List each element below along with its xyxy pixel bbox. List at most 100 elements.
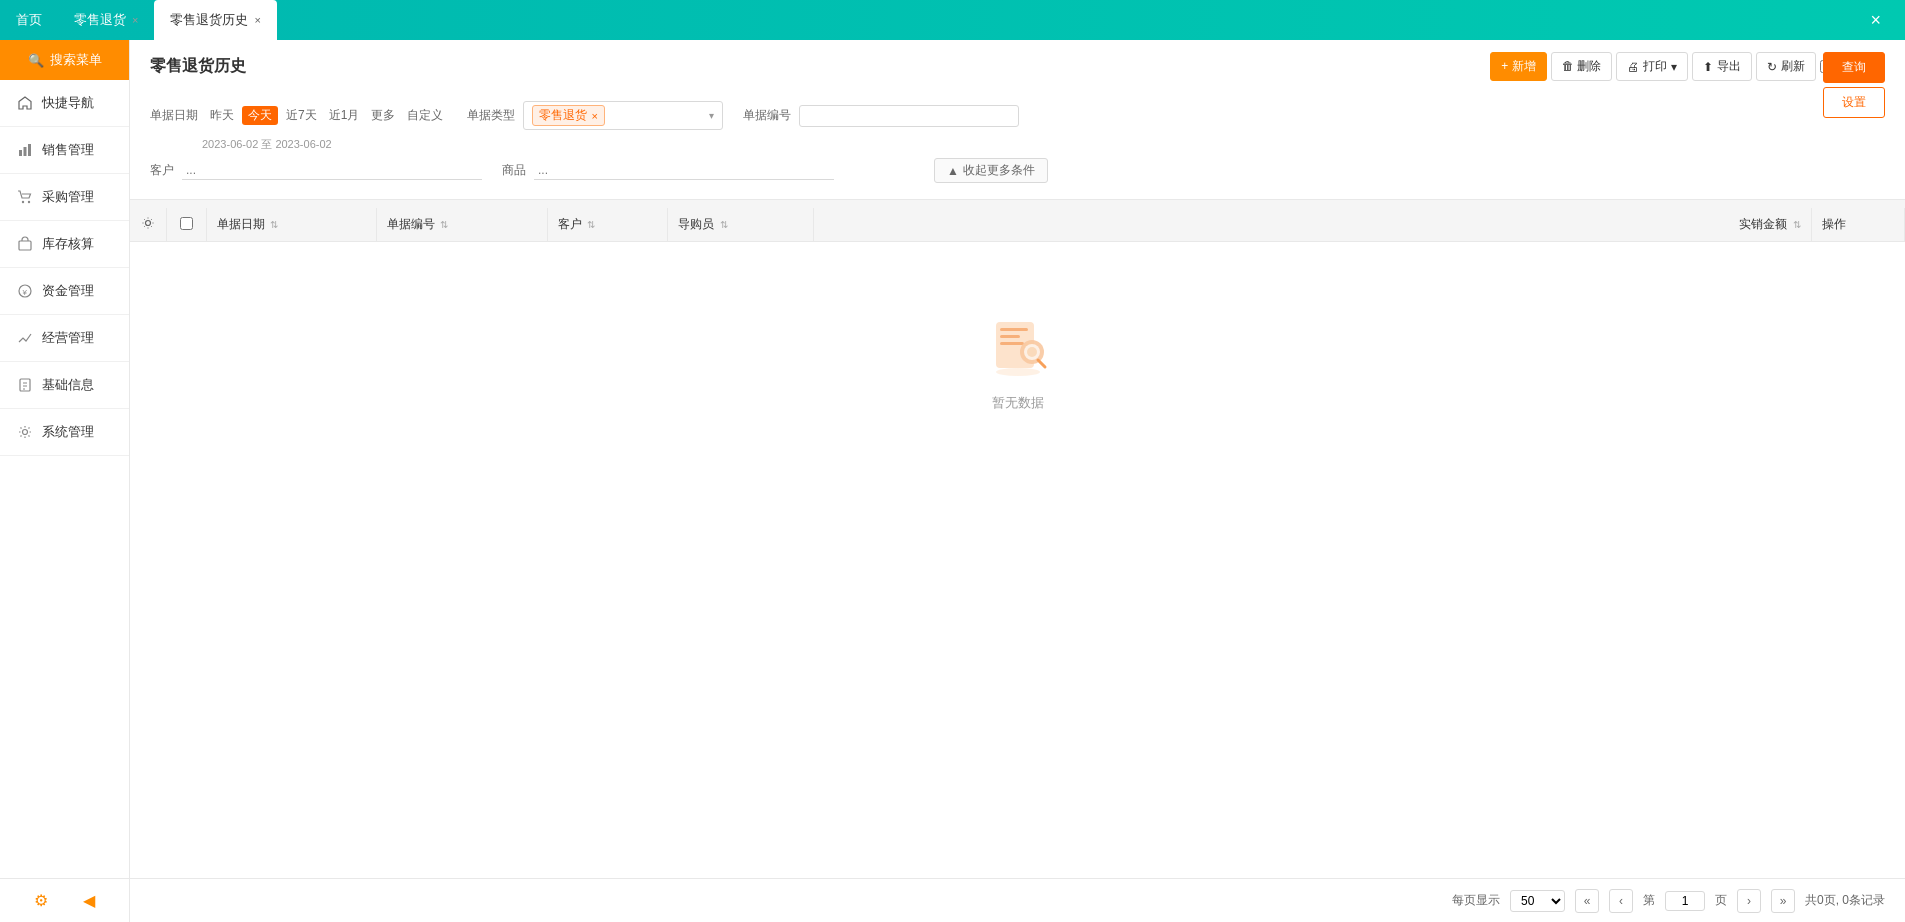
- th-doc-no[interactable]: 单据编号 ⇅: [377, 208, 548, 242]
- svg-point-3: [22, 201, 24, 203]
- tab-retail-return-history-close[interactable]: ×: [254, 14, 260, 26]
- svg-point-4: [28, 201, 30, 203]
- customer-input[interactable]: [182, 161, 482, 180]
- page-unit: 页: [1715, 892, 1727, 909]
- sidebar-item-quick-nav[interactable]: 快捷导航: [0, 80, 129, 127]
- page-title: 零售退货历史: [150, 56, 246, 77]
- th-actual-amount-label: 实销金额: [1739, 217, 1787, 231]
- btn-yesterday[interactable]: 昨天: [206, 106, 238, 125]
- tab-home[interactable]: 首页: [0, 0, 58, 40]
- doc-type-selected-text: 零售退货: [539, 107, 587, 124]
- btn-custom[interactable]: 自定义: [403, 106, 447, 125]
- svg-rect-2: [28, 144, 31, 156]
- query-button[interactable]: 查询: [1823, 52, 1885, 83]
- doc-no-input[interactable]: [799, 105, 1019, 127]
- doc-no-label: 单据编号: [743, 107, 791, 124]
- sidebar-nav: 快捷导航 销售管理 采购管理: [0, 80, 129, 878]
- collapse-filter-button[interactable]: ▲ 收起更多条件: [934, 158, 1048, 183]
- btn-today[interactable]: 今天: [242, 106, 278, 125]
- empty-state: 暂无数据: [130, 242, 1905, 472]
- collapse-sidebar-icon[interactable]: ◀: [83, 891, 95, 910]
- sidebar-item-purchase[interactable]: 采购管理: [0, 174, 129, 221]
- date-filter: 单据日期 昨天 今天 近7天 近1月 更多 自定义: [150, 106, 447, 125]
- doc-type-filter: 单据类型 零售退货 × ▾: [467, 101, 723, 130]
- purchase-icon: [16, 188, 34, 206]
- sidebar-item-inventory[interactable]: 库存核算: [0, 221, 129, 268]
- content-area: 零售退货历史 + 新增 🗑 删除 🖨 打印 ▾ ⬆ 导出: [130, 40, 1905, 922]
- sidebar-search-label: 搜索菜单: [50, 51, 102, 69]
- prev-page-btn[interactable]: ‹: [1609, 889, 1633, 913]
- sort-doc-date-icon: ⇅: [270, 219, 278, 230]
- print-button[interactable]: 🖨 打印 ▾: [1616, 52, 1688, 81]
- table-area: 单据日期 ⇅ 单据编号 ⇅ 客户 ⇅: [130, 208, 1905, 922]
- sidebar-item-operations[interactable]: 经营管理: [0, 315, 129, 362]
- th-settings[interactable]: [130, 208, 166, 242]
- sales-icon: [16, 141, 34, 159]
- tab-bar: 首页 零售退货 × 零售退货历史 ×: [0, 0, 1862, 40]
- export-icon: ⬆: [1703, 60, 1713, 74]
- nav-item-label-quick: 快捷导航: [42, 94, 94, 112]
- nav-item-label-operations: 经营管理: [42, 329, 94, 347]
- th-operation: 操作: [1811, 208, 1904, 242]
- tab-home-label: 首页: [16, 11, 42, 29]
- settings-bottom-icon[interactable]: ⚙: [34, 891, 48, 910]
- sidebar-search[interactable]: 🔍 搜索菜单: [0, 40, 129, 80]
- last-page-btn[interactable]: »: [1771, 889, 1795, 913]
- next-page-btn[interactable]: ›: [1737, 889, 1761, 913]
- nav-item-label-inventory: 库存核算: [42, 235, 94, 253]
- tab-retail-return-close[interactable]: ×: [132, 14, 138, 26]
- sidebar-item-finance[interactable]: ¥ 资金管理: [0, 268, 129, 315]
- print-dropdown-icon: ▾: [1671, 60, 1677, 74]
- page-size-label: 每页显示: [1452, 892, 1500, 909]
- empty-icon: [978, 302, 1058, 382]
- th-guide[interactable]: 导购员 ⇅: [668, 208, 814, 242]
- nav-item-label-purchase: 采购管理: [42, 188, 94, 206]
- export-button[interactable]: ⬆ 导出: [1692, 52, 1752, 81]
- sort-guide-icon: ⇅: [720, 219, 728, 230]
- goods-input[interactable]: [534, 161, 834, 180]
- svg-rect-5: [19, 241, 31, 250]
- doc-no-filter: 单据编号: [743, 105, 1019, 127]
- svg-rect-13: [1000, 328, 1028, 331]
- page-number-input[interactable]: [1665, 891, 1705, 911]
- new-button[interactable]: + 新增: [1490, 52, 1546, 81]
- doc-type-select[interactable]: 零售退货 × ▾: [523, 101, 723, 130]
- svg-point-19: [1027, 347, 1037, 357]
- first-page-btn[interactable]: «: [1575, 889, 1599, 913]
- home-icon: [16, 94, 34, 112]
- th-actual-amount[interactable]: 实销金额 ⇅: [1642, 208, 1811, 242]
- th-doc-date[interactable]: 单据日期 ⇅: [206, 208, 377, 242]
- collapse-icon: ▲: [947, 164, 959, 178]
- nav-item-label-finance: 资金管理: [42, 282, 94, 300]
- page-label: 第: [1643, 892, 1655, 909]
- doc-type-tag-close[interactable]: ×: [591, 110, 597, 122]
- svg-point-11: [996, 368, 1040, 376]
- data-table: 单据日期 ⇅ 单据编号 ⇅ 客户 ⇅: [130, 208, 1905, 242]
- sidebar-item-system[interactable]: 系统管理: [0, 409, 129, 456]
- svg-rect-15: [1000, 342, 1024, 345]
- th-doc-date-label: 单据日期: [217, 217, 265, 231]
- btn-7days[interactable]: 近7天: [282, 106, 321, 125]
- delete-button[interactable]: 🗑 删除: [1551, 52, 1612, 81]
- th-customer[interactable]: 客户 ⇅: [547, 208, 668, 242]
- sidebar-item-basic-info[interactable]: 基础信息: [0, 362, 129, 409]
- refresh-button[interactable]: ↻ 刷新: [1756, 52, 1816, 81]
- doc-type-tag: 零售退货 ×: [532, 105, 604, 126]
- btn-more[interactable]: 更多: [367, 106, 399, 125]
- collapse-label: 收起更多条件: [963, 162, 1035, 179]
- svg-text:¥: ¥: [22, 288, 28, 297]
- select-all-checkbox[interactable]: [180, 217, 193, 230]
- filter-area: 单据日期 昨天 今天 近7天 近1月 更多 自定义: [150, 91, 1885, 199]
- operations-icon: [16, 329, 34, 347]
- tab-retail-return-history[interactable]: 零售退货历史 ×: [154, 0, 276, 40]
- nav-item-label-basic-info: 基础信息: [42, 376, 94, 394]
- tab-retail-return[interactable]: 零售退货 ×: [58, 0, 154, 40]
- th-checkbox[interactable]: [166, 208, 206, 242]
- setting-button[interactable]: 设置: [1823, 87, 1885, 118]
- btn-1month[interactable]: 近1月: [325, 106, 364, 125]
- top-bar-right: ×: [1862, 6, 1905, 35]
- window-close-button[interactable]: ×: [1862, 6, 1889, 35]
- page-size-select[interactable]: 10 20 50 100: [1510, 890, 1565, 912]
- sidebar-item-sales[interactable]: 销售管理: [0, 127, 129, 174]
- doc-type-label: 单据类型: [467, 107, 515, 124]
